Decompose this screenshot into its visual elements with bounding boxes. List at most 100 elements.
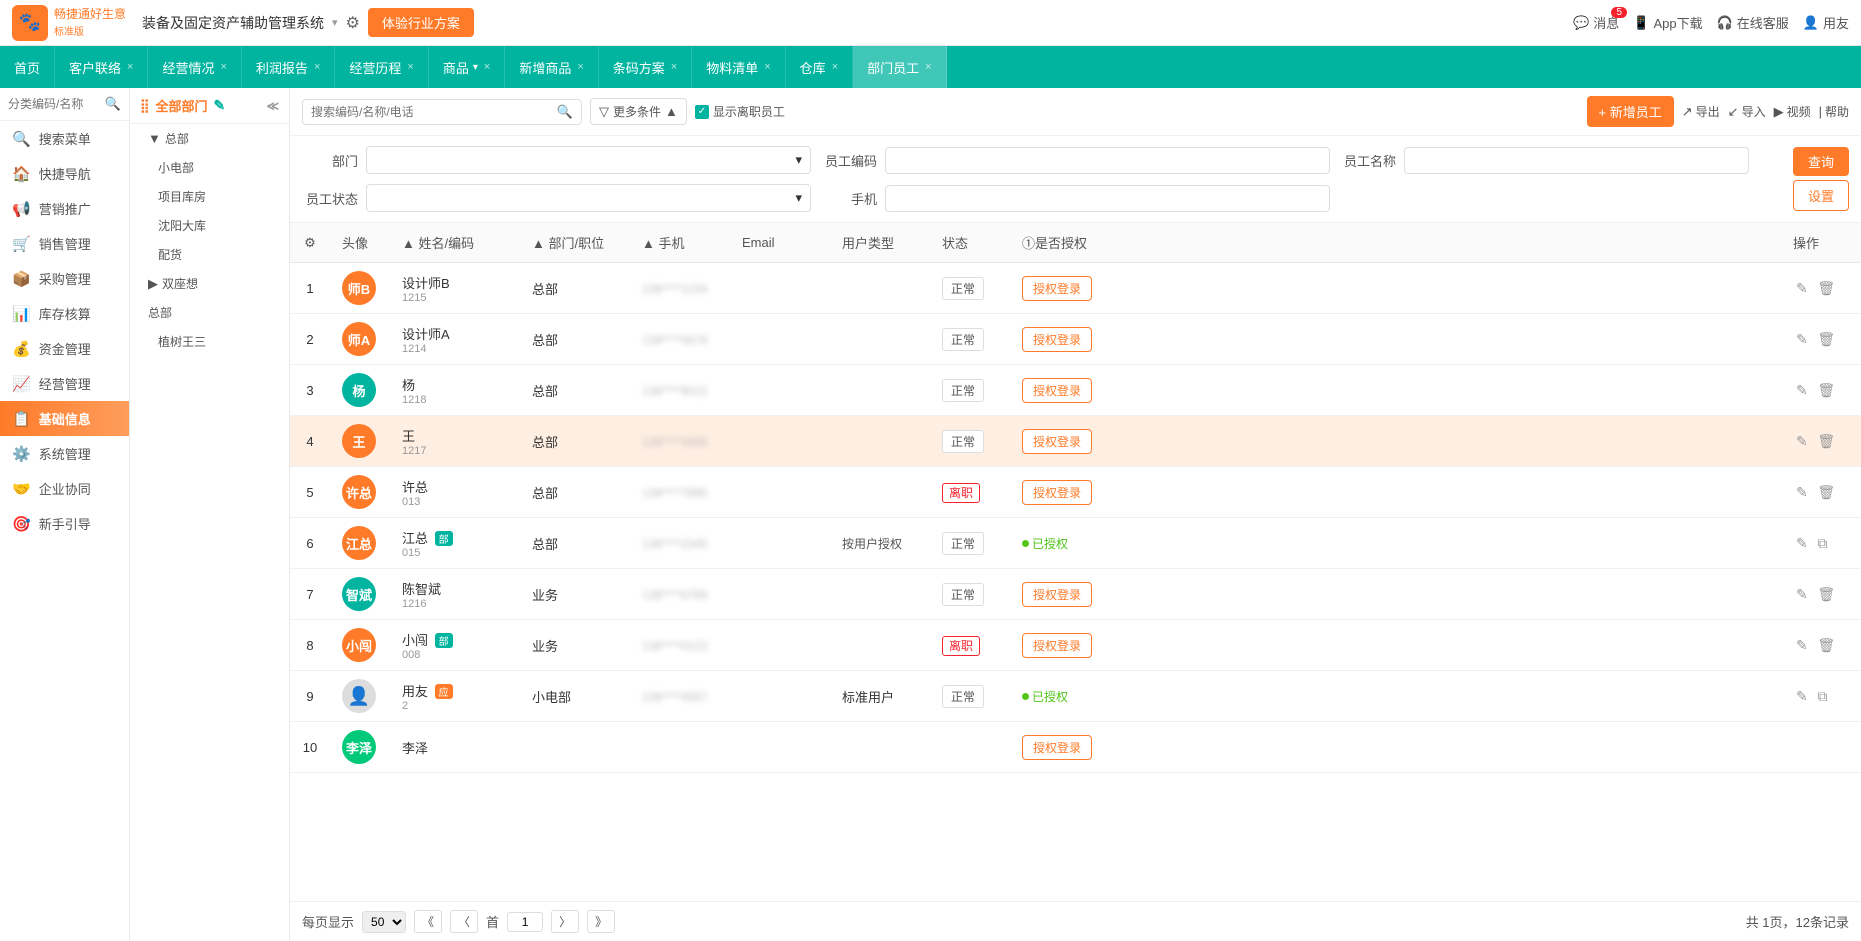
edit-icon[interactable]: ✎ [1796,433,1808,449]
sidebar-search-input[interactable] [8,97,101,111]
dept-item-xmkf[interactable]: 项目库房 [130,182,289,211]
trial-button[interactable]: 体验行业方案 [368,8,474,37]
tab-profit[interactable]: 利润报告 × [242,46,335,88]
auth-login-button[interactable]: 授权登录 [1022,480,1092,505]
auth-login-button[interactable]: 授权登录 [1022,276,1092,301]
sidebar-item-search[interactable]: 🔍 搜索菜单 [0,121,129,156]
first-page-button[interactable]: 《 [414,910,442,933]
tab-materials[interactable]: 物料清单 × [692,46,785,88]
delete-icon[interactable]: 🗑 [1817,433,1835,449]
edit-icon[interactable]: ✎ [1796,535,1808,551]
last-page-button[interactable]: 》 [587,910,615,933]
edit-icon[interactable]: ✎ [1796,331,1808,347]
auth-login-button[interactable]: 授权登录 [1022,378,1092,403]
tab-add-goods[interactable]: 新增商品 × [505,46,598,88]
next-page-button[interactable]: 〉 [551,910,579,933]
close-icon[interactable]: × [577,61,583,73]
delete-icon[interactable]: 🗑 [1817,637,1835,653]
sidebar-item-basic[interactable]: 📋 基础信息 [0,401,129,436]
tab-goods[interactable]: 商品 ▾ × [429,46,505,88]
filter-dept-select[interactable]: ▾ [366,146,811,174]
tab-barcode[interactable]: 条码方案 × [599,46,692,88]
tab-home[interactable]: 首页 [0,46,55,88]
sidebar-item-guide[interactable]: 🎯 新手引导 [0,506,129,541]
help-button[interactable]: | 帮助 [1819,103,1849,120]
user-item[interactable]: 👤 用友 [1803,13,1849,32]
import-button[interactable]: ↙ 导入 [1728,103,1766,120]
close-icon[interactable]: × [671,61,677,73]
tab-customer[interactable]: 客户联络 × [55,46,148,88]
close-icon[interactable]: × [314,61,320,73]
dept-item-zongbu[interactable]: ▼ 总部 [130,124,289,153]
system-dropdown-arrow[interactable]: ▾ [332,16,338,29]
col-dept[interactable]: ▲ 部门/职位 [520,223,630,263]
show-resigned-toggle[interactable]: ✓ 显示离职员工 [695,103,785,120]
sidebar-item-quicknav[interactable]: 🏠 快捷导航 [0,156,129,191]
tab-warehouse[interactable]: 仓库 × [786,46,853,88]
delete-icon[interactable]: 🗑 [1817,586,1835,602]
close-icon[interactable]: × [832,61,838,73]
close-icon[interactable]: × [127,61,133,73]
filter-status-select[interactable]: ▾ [366,184,811,212]
online-service-item[interactable]: 🎧 在线客服 [1717,13,1789,32]
dept-item-peihuo[interactable]: 配货 [130,240,289,269]
auth-login-button[interactable]: 授权登录 [1022,429,1092,454]
close-icon[interactable]: × [220,61,226,73]
delete-icon[interactable]: 🗑 [1817,331,1835,347]
col-name[interactable]: ▲ 姓名/编码 [390,223,520,263]
sidebar-item-sales[interactable]: 🛒 销售管理 [0,226,129,261]
query-button[interactable]: 查询 [1793,147,1849,176]
view-button[interactable]: ▶ 视频 [1774,103,1811,120]
dept-item-zhishu[interactable]: 植树王三 [130,327,289,356]
app-download-item[interactable]: 📱 App下载 [1633,13,1702,32]
col-phone[interactable]: ▲ 手机 [630,223,730,263]
auth-login-button[interactable]: 授权登录 [1022,582,1092,607]
dept-item-zongbu2[interactable]: 总部 [130,298,289,327]
filter-phone-input[interactable] [885,185,1330,212]
filter-empcode-input[interactable] [885,147,1330,174]
search-input[interactable] [311,105,553,119]
filter-more-btn[interactable]: ▽ 更多条件 ▲ [590,98,687,125]
edit-icon[interactable]: ✎ [1796,280,1808,296]
dept-item-xiaodian[interactable]: 小电部 [130,153,289,182]
auth-login-button[interactable]: 授权登录 [1022,633,1092,658]
page-number-input[interactable] [507,912,543,932]
edit-icon[interactable]: ✎ [1796,484,1808,500]
edit-icon[interactable]: ✎ [1796,382,1808,398]
dept-item-shuangzuoxiang[interactable]: ▶ 双座想 [130,269,289,298]
gear-button[interactable]: ⚙ [346,13,360,33]
sidebar-item-marketing[interactable]: 📢 营销推广 [0,191,129,226]
close-icon[interactable]: × [407,61,413,73]
delete-icon[interactable]: 🗑 [1817,280,1835,296]
add-employee-button[interactable]: + 新增员工 [1587,96,1674,127]
copy-icon[interactable]: ⧉ [1817,688,1827,704]
sidebar-item-inventory[interactable]: 📊 库存核算 [0,296,129,331]
sidebar-item-system[interactable]: ⚙️ 系统管理 [0,436,129,471]
close-icon[interactable]: × [925,61,931,73]
copy-icon[interactable]: ⧉ [1817,535,1827,551]
tab-operation[interactable]: 经营情况 × [148,46,241,88]
delete-icon[interactable]: 🗑 [1817,484,1835,500]
col-settings[interactable]: ⚙ [290,223,330,263]
close-icon[interactable]: × [764,61,770,73]
prev-page-button[interactable]: 〈 [450,910,478,933]
auth-login-button[interactable]: 授权登录 [1022,735,1092,760]
dept-item-shenyang[interactable]: 沈阳大库 [130,211,289,240]
edit-icon[interactable]: ✎ [1796,586,1808,602]
filter-empname-input[interactable] [1404,147,1749,174]
tab-history[interactable]: 经营历程 × [335,46,428,88]
sidebar-item-bizmanage[interactable]: 📈 经营管理 [0,366,129,401]
delete-icon[interactable]: 🗑 [1817,382,1835,398]
set-button[interactable]: 设置 [1793,180,1849,211]
export-button[interactable]: ↗ 导出 [1682,103,1720,120]
per-page-select[interactable]: 50 [362,911,406,933]
edit-icon[interactable]: ✎ [1796,637,1808,653]
edit-icon[interactable]: ✎ [1796,688,1808,704]
dept-edit-icon[interactable]: ✎ [214,97,226,114]
sidebar-item-collab[interactable]: 🤝 企业协同 [0,471,129,506]
tab-employees[interactable]: 部门员工 × [853,46,946,88]
auth-login-button[interactable]: 授权登录 [1022,327,1092,352]
message-icon-item[interactable]: 💬 消息 5 [1573,13,1619,32]
dept-collapse-icon[interactable]: ≪ [266,99,279,113]
sidebar-item-purchase[interactable]: 📦 采购管理 [0,261,129,296]
